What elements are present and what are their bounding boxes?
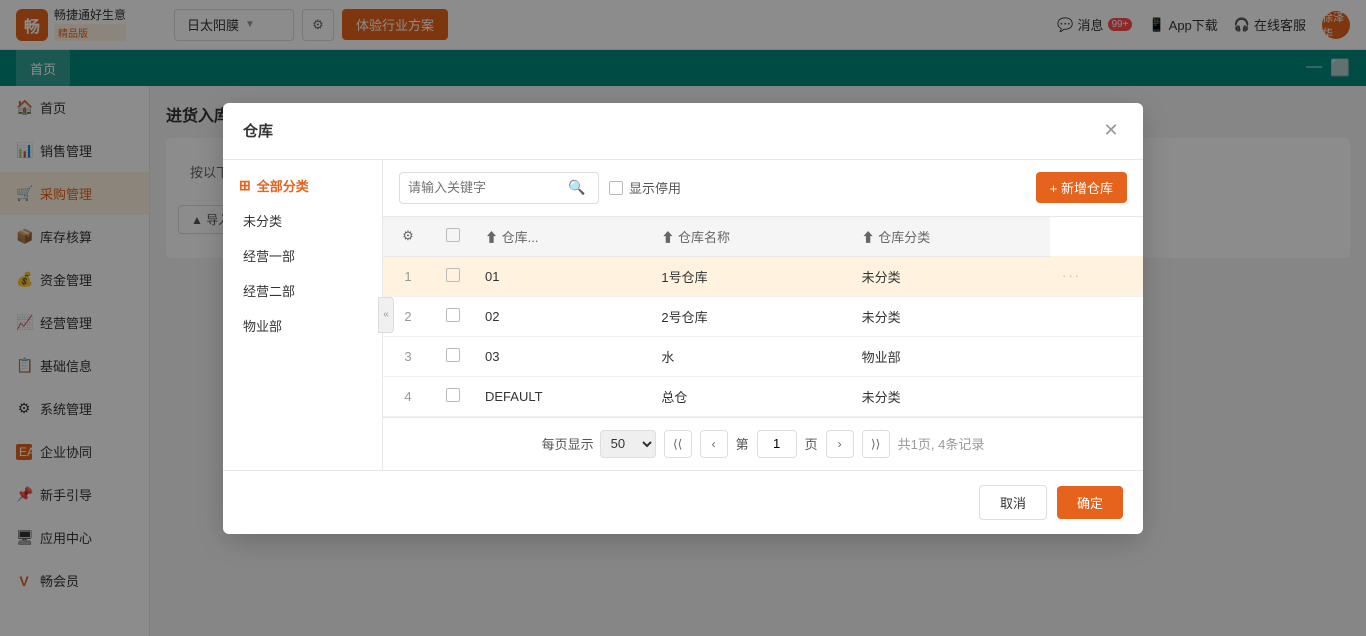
all-categories-label: 全部分类 — [257, 176, 309, 195]
table-header-row: ⚙ ⬆ 仓库... ⬆ 仓库名称 — [383, 217, 1143, 257]
row-code: DEFAULT — [473, 376, 649, 416]
modal-overlay[interactable]: 仓库 ✕ ⊞ 全部分类 未分类 经营一部 经营二部 — [0, 0, 1366, 636]
search-icon: 🔍 — [568, 179, 585, 196]
show-disabled-label: 显示停用 — [629, 178, 681, 197]
search-input-wrap: 🔍 — [399, 172, 599, 204]
category-property[interactable]: 物业部 — [223, 308, 382, 343]
col-name: ⬆ 仓库名称 — [649, 217, 849, 257]
row-name: 2号仓库 — [649, 296, 849, 336]
row-checkbox-cell — [433, 376, 473, 416]
search-input[interactable] — [408, 180, 568, 195]
first-page-button[interactable]: ⟨⟨ — [664, 430, 692, 458]
category-panel: ⊞ 全部分类 未分类 经营一部 经营二部 物业部 « — [223, 160, 383, 470]
grid-icon: ⊞ — [239, 177, 251, 194]
row-actions — [1050, 336, 1143, 376]
page-number-input[interactable] — [757, 430, 797, 458]
row-category: 未分类 — [850, 376, 1050, 416]
show-disabled-toggle[interactable]: 显示停用 — [609, 178, 681, 197]
row-code: 03 — [473, 336, 649, 376]
right-panel: 🔍 显示停用 + 新增仓库 — [383, 160, 1143, 470]
confirm-button[interactable]: 确定 — [1057, 486, 1123, 519]
row-actions — [1050, 376, 1143, 416]
per-page-select[interactable]: 50 20 100 — [600, 430, 656, 458]
col-settings: ⚙ — [383, 217, 433, 257]
modal-close-button[interactable]: ✕ — [1099, 119, 1123, 143]
category-operations-2[interactable]: 经营二部 — [223, 273, 382, 308]
row-num: 1 — [383, 256, 433, 296]
show-disabled-checkbox[interactable] — [609, 181, 623, 195]
modal-header: 仓库 ✕ — [223, 103, 1143, 160]
warehouse-table: ⚙ ⬆ 仓库... ⬆ 仓库名称 — [383, 217, 1143, 417]
total-info: 共1页, 4条记录 — [898, 434, 985, 453]
table: ⚙ ⬆ 仓库... ⬆ 仓库名称 — [383, 217, 1143, 417]
row-actions: ··· — [1050, 256, 1143, 296]
table-body: 1 01 1号仓库 未分类 ··· 2 — [383, 256, 1143, 416]
col-checkbox — [433, 217, 473, 257]
search-bar: 🔍 显示停用 + 新增仓库 — [383, 160, 1143, 217]
modal-title: 仓库 — [243, 120, 273, 141]
table-header: ⚙ ⬆ 仓库... ⬆ 仓库名称 — [383, 217, 1143, 257]
row-name: 总仓 — [649, 376, 849, 416]
modal-footer: 取消 确定 — [223, 470, 1143, 534]
add-warehouse-button[interactable]: + 新增仓库 — [1036, 172, 1127, 203]
row-checkbox-cell — [433, 336, 473, 376]
row-num: 4 — [383, 376, 433, 416]
row-checkbox[interactable] — [446, 348, 460, 362]
warehouse-modal: 仓库 ✕ ⊞ 全部分类 未分类 经营一部 经营二部 — [223, 103, 1143, 534]
modal-body: ⊞ 全部分类 未分类 经营一部 经营二部 物业部 « — [223, 160, 1143, 470]
select-all-checkbox[interactable] — [446, 228, 460, 242]
row-name: 1号仓库 — [649, 256, 849, 296]
row-more-button[interactable]: ··· — [1062, 268, 1081, 283]
row-code: 01 — [473, 256, 649, 296]
page-size-wrap: 每页显示 50 20 100 — [542, 430, 656, 458]
row-actions — [1050, 296, 1143, 336]
prev-page-button[interactable]: ‹ — [700, 430, 728, 458]
page-unit: 页 — [805, 434, 818, 453]
table-row[interactable]: 3 03 水 物业部 — [383, 336, 1143, 376]
row-category: 物业部 — [850, 336, 1050, 376]
table-row[interactable]: 1 01 1号仓库 未分类 ··· — [383, 256, 1143, 296]
row-checkbox[interactable] — [446, 268, 460, 282]
col-code: ⬆ 仓库... — [473, 217, 649, 257]
row-category: 未分类 — [850, 296, 1050, 336]
table-row[interactable]: 4 DEFAULT 总仓 未分类 — [383, 376, 1143, 416]
category-unclassified[interactable]: 未分类 — [223, 203, 382, 238]
row-category: 未分类 — [850, 256, 1050, 296]
per-page-label: 每页显示 — [542, 434, 594, 453]
table-row[interactable]: 2 02 2号仓库 未分类 — [383, 296, 1143, 336]
row-checkbox-cell — [433, 296, 473, 336]
row-num: 3 — [383, 336, 433, 376]
category-operations-1[interactable]: 经营一部 — [223, 238, 382, 273]
row-code: 02 — [473, 296, 649, 336]
next-page-button[interactable]: › — [826, 430, 854, 458]
last-page-button[interactable]: ⟩⟩ — [862, 430, 890, 458]
panel-collapse-button[interactable]: « — [378, 297, 394, 333]
row-checkbox-cell — [433, 256, 473, 296]
row-name: 水 — [649, 336, 849, 376]
page-label: 第 — [736, 434, 749, 453]
pagination: 每页显示 50 20 100 ⟨⟨ ‹ 第 页 › ⟩⟩ 共1页, 4条记录 — [383, 417, 1143, 470]
row-checkbox[interactable] — [446, 388, 460, 402]
row-checkbox[interactable] — [446, 308, 460, 322]
all-categories-item[interactable]: ⊞ 全部分类 — [223, 168, 382, 203]
cancel-button[interactable]: 取消 — [979, 485, 1047, 520]
settings-header-icon: ⚙ — [402, 228, 414, 243]
col-category: ⬆ 仓库分类 — [850, 217, 1050, 257]
